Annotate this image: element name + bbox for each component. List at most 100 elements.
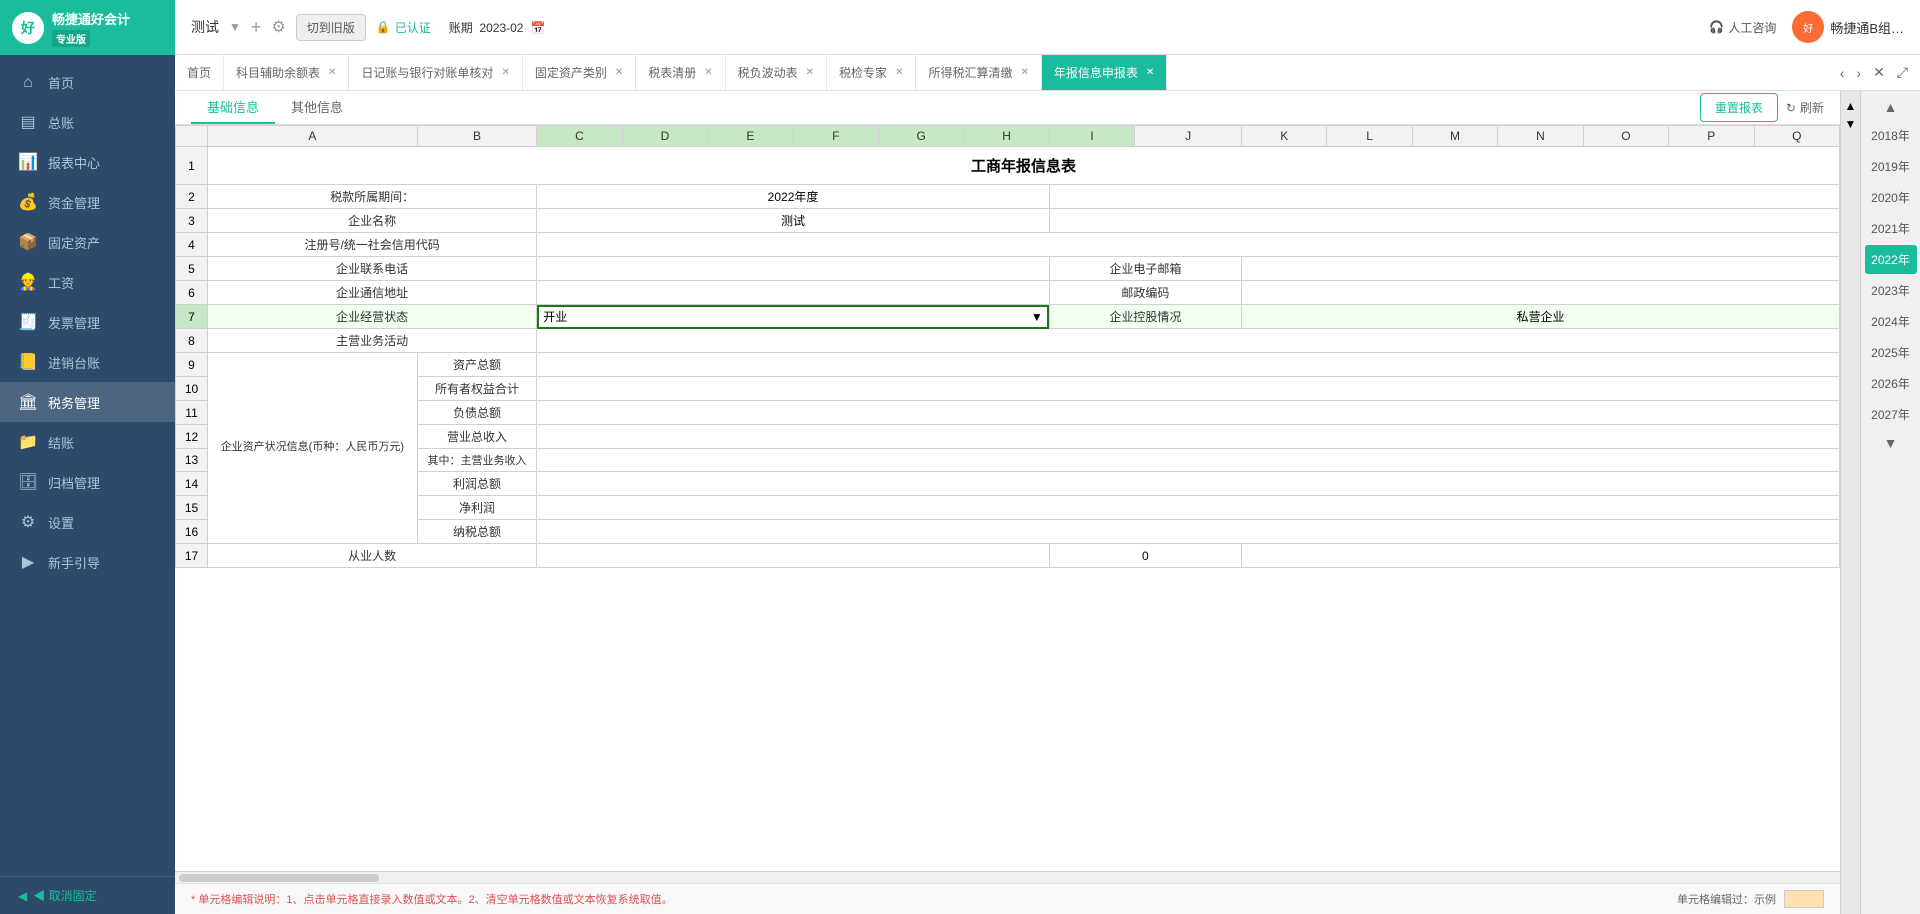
cell-7-status[interactable]: 开业 ▼ [537,305,1050,329]
col-header-k: K [1241,126,1326,147]
sidebar-item-salary[interactable]: 👷 工资 [0,262,175,302]
horizontal-scrollbar[interactable] [175,871,1840,883]
tab-income-tax[interactable]: 所得税汇算清缴 ✕ [916,55,1041,91]
tab-subject-close[interactable]: ✕ [328,67,336,78]
cell-8-value[interactable] [537,329,1840,353]
tab-expand-button[interactable]: ⤢ [1893,64,1912,81]
refresh-button[interactable]: ↻ 刷新 [1786,99,1824,116]
sidebar-item-guide[interactable]: ▶ 新手引导 [0,542,175,582]
main-content: 基础信息 其他信息 重置报表 ↻ 刷新 [175,91,1840,914]
year-2026[interactable]: 2026年 [1865,369,1917,398]
topbar-gear-icon[interactable]: ⚙ [271,17,285,37]
cell-11-value[interactable] [537,401,1840,425]
year-2019[interactable]: 2019年 [1865,152,1917,181]
year-2022[interactable]: 2022年 [1865,245,1917,274]
settings-icon: ⚙ [18,512,38,532]
top-bar: 测试 ▼ + ⚙ 切到旧版 🔒 已认证 账期 2023-02 📅 🎧 人工咨询 [175,0,1920,55]
tab-journal[interactable]: 日记账与银行对账单核对 ✕ [349,55,522,91]
table-row: 4 注册号/统一社会信用代码 [176,233,1840,257]
tab-tax-table-close[interactable]: ✕ [704,67,712,78]
cell-6-address[interactable] [537,281,1050,305]
tab-fixed-category[interactable]: 固定资产类别 ✕ [523,55,636,91]
cell-7-holding-value[interactable]: 私营企业 [1241,305,1839,329]
salary-icon: 👷 [18,272,38,292]
cell-5-email[interactable] [1241,257,1839,281]
cell-4-value[interactable] [537,233,1840,257]
sidebar-item-assets[interactable]: 📦 固定资产 [0,222,175,262]
tab-annual-report[interactable]: 年报信息申报表 ✕ [1042,55,1167,91]
cell-17-zero[interactable]: 0 [1049,544,1241,568]
cell-5-phone[interactable] [537,257,1050,281]
spreadsheet-scroll[interactable]: A B C D E F G H I J [175,125,1840,871]
calendar-icon[interactable]: 📅 [531,21,546,35]
year-2024[interactable]: 2024年 [1865,307,1917,336]
cell-17-value[interactable] [537,544,1050,568]
topbar-dropdown-arrow[interactable]: ▼ [229,20,241,34]
sidebar-item-home[interactable]: ⌂ 首页 [0,63,175,102]
year-2025[interactable]: 2025年 [1865,338,1917,367]
side-collapse-panel[interactable]: ▲ ▼ [1840,91,1860,914]
tab-next-button[interactable]: › [1852,65,1865,81]
tab-tax-fluctuation-label: 税负波动表 [738,64,798,81]
cell-10-value[interactable] [537,377,1840,401]
year-2027[interactable]: 2027年 [1865,400,1917,429]
tab-close-all-button[interactable]: ✕ [1869,64,1889,81]
year-nav-down[interactable]: ▼ [1865,431,1917,455]
cell-title[interactable]: 工商年报信息表 [208,147,1840,185]
cell-14-value[interactable] [537,472,1840,496]
cell-13-value[interactable] [537,449,1840,472]
cell-16-value[interactable] [537,520,1840,544]
sidebar-item-invoice[interactable]: 🧾 发票管理 [0,302,175,342]
tab-prev-button[interactable]: ‹ [1836,65,1849,81]
sidebar-item-archive[interactable]: 🗄 归档管理 [0,462,175,502]
table-row: 7 企业经营状态 开业 ▼ 企业控股情况 私 [176,305,1840,329]
sidebar-item-finance[interactable]: 💰 资金管理 [0,182,175,222]
sidebar-item-inventory[interactable]: 📒 进销台账 [0,342,175,382]
year-nav-up[interactable]: ▲ [1865,95,1917,119]
cell-2-value[interactable]: 2022年度 [537,185,1050,209]
topbar-add-button[interactable]: + [251,17,262,38]
year-2018[interactable]: 2018年 [1865,121,1917,150]
topbar-right: 🎧 人工咨询 好 畅捷通B组… [1709,11,1904,43]
cell-12-value[interactable] [537,425,1840,449]
sub-tab-basic[interactable]: 基础信息 [191,91,275,124]
year-2020[interactable]: 2020年 [1865,183,1917,212]
sidebar-item-reports[interactable]: 📊 报表中心 [0,142,175,182]
footer-note: * 单元格编辑说明：1、点击单元格直接录入数值或文本。2、清空单元格数值或文本恢… [191,891,673,907]
tab-fixed-category-close[interactable]: ✕ [615,67,623,78]
tab-home[interactable]: 首页 [175,55,224,91]
period-label: 账期 2023-02 📅 [449,19,546,36]
tab-tax-fluctuation-close[interactable]: ✕ [806,67,814,78]
table-row: 1 工商年报信息表 [176,147,1840,185]
service-button[interactable]: 🎧 人工咨询 [1709,19,1776,36]
tab-tax-table[interactable]: 税表清册 ✕ [636,55,725,91]
sub-tab-other[interactable]: 其他信息 [275,91,359,124]
dropdown-arrow-icon[interactable]: ▼ [1031,310,1043,324]
sidebar-item-settings[interactable]: ⚙ 设置 [0,502,175,542]
cell-15-value[interactable] [537,496,1840,520]
tab-journal-close[interactable]: ✕ [501,67,509,78]
sidebar-pin-toggle[interactable]: ◀ ◀ 取消固定 [0,876,175,914]
sidebar-item-ledger[interactable]: ▤ 总账 [0,102,175,142]
collapse-down-icon: ▼ [1845,117,1857,131]
cell-9-value[interactable] [537,353,1840,377]
sidebar-label-finance: 资金管理 [48,193,100,212]
tab-annual-report-close[interactable]: ✕ [1146,67,1154,78]
tab-income-tax-close[interactable]: ✕ [1020,67,1028,78]
tab-subject[interactable]: 科目辅助余额表 ✕ [224,55,349,91]
user-menu[interactable]: 好 畅捷通B组… [1792,11,1904,43]
cell-3-value[interactable]: 测试 [537,209,1050,233]
sidebar-item-tax[interactable]: 🏛 税务管理 [0,382,175,422]
tab-tax-inspect[interactable]: 税检专家 ✕ [827,55,916,91]
tab-tax-inspect-close[interactable]: ✕ [895,67,903,78]
year-2021[interactable]: 2021年 [1865,214,1917,243]
col-header-l: L [1327,126,1412,147]
tab-tax-fluctuation[interactable]: 税负波动表 ✕ [726,55,827,91]
year-2023[interactable]: 2023年 [1865,276,1917,305]
sidebar-label-guide: 新手引导 [48,553,100,572]
cell-6-postal[interactable] [1241,281,1839,305]
reset-report-button[interactable]: 重置报表 [1700,93,1778,122]
old-version-button[interactable]: 切到旧版 [296,14,366,41]
sub-tab-basic-label: 基础信息 [207,100,259,115]
sidebar-item-close[interactable]: 📁 结账 [0,422,175,462]
